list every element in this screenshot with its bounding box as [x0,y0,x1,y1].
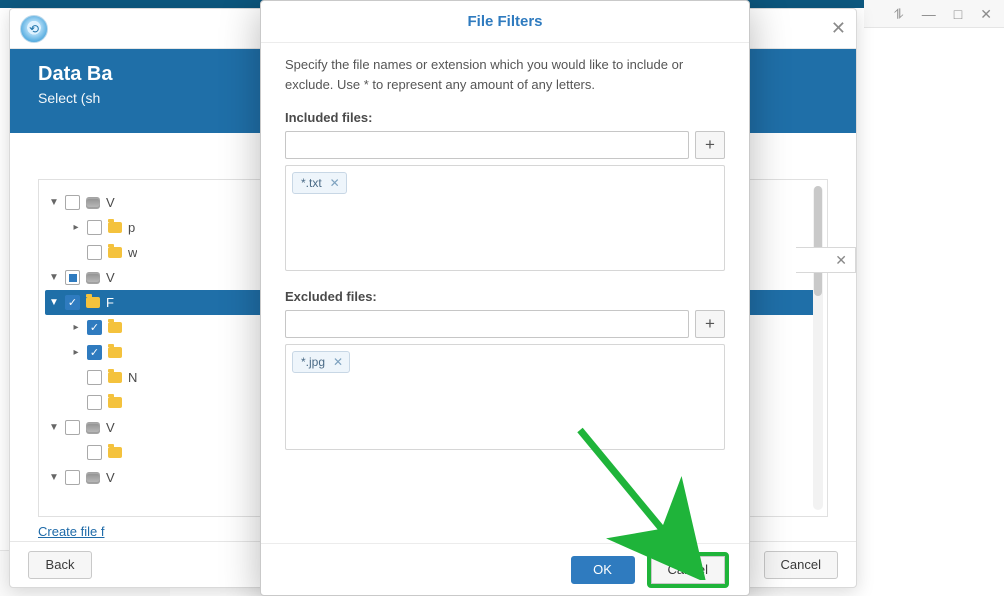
filter-tag-label: *.txt [301,176,322,190]
file-filters-dialog: File Filters Specify the file names or e… [260,0,750,596]
excluded-input[interactable] [285,310,689,338]
cancel-highlight: Cancel [647,552,729,588]
dialog-description: Specify the file names or extension whic… [285,55,725,94]
included-label: Included files: [285,110,725,125]
modal-overlay: File Filters Specify the file names or e… [0,0,1004,596]
filter-tag-label: *.jpg [301,355,325,369]
included-tag-box: *.txt ✕ [285,165,725,271]
excluded-tag-box: *.jpg ✕ [285,344,725,450]
excluded-label: Excluded files: [285,289,725,304]
remove-tag-icon[interactable]: ✕ [330,176,340,190]
dialog-footer: OK Cancel [261,543,749,595]
included-add-button[interactable]: + [695,131,725,159]
included-input[interactable] [285,131,689,159]
dialog-body: Specify the file names or extension whic… [261,43,749,543]
filter-tag: *.jpg ✕ [292,351,350,373]
dialog-title: File Filters [261,1,749,43]
filter-tag: *.txt ✕ [292,172,347,194]
ok-button[interactable]: OK [571,556,635,584]
remove-tag-icon[interactable]: ✕ [333,355,343,369]
excluded-add-button[interactable]: + [695,310,725,338]
cancel-button[interactable]: Cancel [651,556,725,584]
